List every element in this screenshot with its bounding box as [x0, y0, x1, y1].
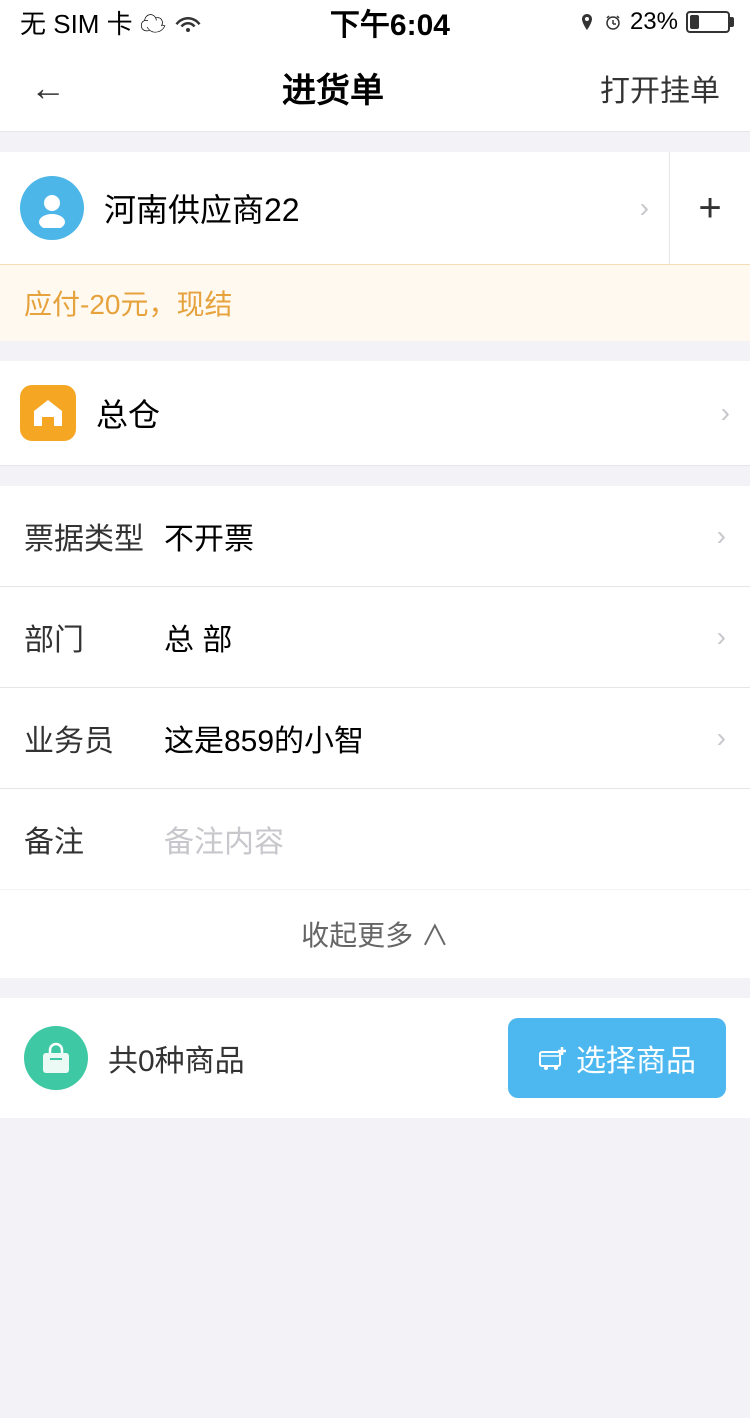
- remark-input[interactable]: 备注内容: [164, 817, 726, 861]
- notice-text: 应付-20元，现结: [24, 289, 232, 320]
- section-gap-1: [0, 341, 750, 361]
- collapse-button[interactable]: 收起更多 ∧: [0, 890, 750, 978]
- add-button[interactable]: +: [670, 152, 750, 264]
- warehouse-icon: [20, 385, 76, 441]
- content-area: 河南供应商22 › + 应付-20元，现结 总仓 › 票据类型 不开票 › 部门…: [0, 152, 750, 1418]
- form-section: 票据类型 不开票 › 部门 总 部 › 业务员 这是859的小智 › 备注 备注…: [0, 486, 750, 889]
- person-icon: [32, 188, 72, 228]
- cart-add-icon: [538, 1044, 566, 1072]
- notice-banner: 应付-20元，现结: [0, 264, 750, 341]
- dept-chevron-icon: ›: [717, 621, 726, 653]
- supplier-avatar: [20, 176, 84, 240]
- supplier-name: 河南供应商22: [104, 185, 630, 231]
- back-button[interactable]: ←: [30, 67, 66, 109]
- shopping-bag-icon: [37, 1039, 75, 1077]
- sim-label: 无 SIM 卡 ☁: [20, 4, 166, 41]
- collapse-label: 收起更多 ∧: [301, 914, 449, 954]
- select-product-label: 选择商品: [576, 1036, 696, 1080]
- supplier-section: 河南供应商22 › +: [0, 152, 750, 264]
- warehouse-name: 总仓: [96, 390, 711, 436]
- page-title: 进货单: [282, 63, 384, 112]
- status-time: 下午6:04: [330, 0, 450, 44]
- supplier-selector[interactable]: 河南供应商22 ›: [0, 152, 670, 264]
- home-icon: [31, 396, 65, 430]
- warehouse-chevron-icon: ›: [721, 397, 730, 429]
- status-right: 23%: [578, 8, 730, 36]
- staff-value: 这是859的小智: [164, 716, 707, 760]
- open-pending-button[interactable]: 打开挂单: [600, 66, 720, 110]
- remark-label: 备注: [24, 817, 144, 861]
- invoice-label: 票据类型: [24, 514, 144, 558]
- product-icon: [24, 1026, 88, 1090]
- page-background: [0, 1118, 750, 1418]
- location-icon: [578, 13, 596, 31]
- invoice-row[interactable]: 票据类型 不开票 ›: [0, 486, 750, 587]
- warehouse-row[interactable]: 总仓 ›: [0, 361, 750, 466]
- alarm-icon: [604, 13, 622, 31]
- wifi-icon: [174, 12, 202, 32]
- bottom-bar: 共0种商品 选择商品: [0, 998, 750, 1118]
- dept-row[interactable]: 部门 总 部 ›: [0, 587, 750, 688]
- nav-bar: ← 进货单 打开挂单: [0, 44, 750, 132]
- staff-row[interactable]: 业务员 这是859的小智 ›: [0, 688, 750, 789]
- invoice-chevron-icon: ›: [717, 520, 726, 552]
- staff-chevron-icon: ›: [717, 722, 726, 754]
- battery-percent: 23%: [630, 8, 678, 36]
- staff-label: 业务员: [24, 716, 144, 760]
- product-count: 共0种商品: [108, 1036, 488, 1080]
- remark-row[interactable]: 备注 备注内容: [0, 789, 750, 889]
- battery-icon: [686, 11, 730, 33]
- invoice-value: 不开票: [164, 514, 707, 558]
- supplier-chevron-icon: ›: [640, 192, 649, 224]
- status-left: 无 SIM 卡 ☁: [20, 4, 202, 41]
- select-product-button[interactable]: 选择商品: [508, 1018, 726, 1098]
- dept-value: 总 部: [164, 615, 707, 659]
- status-bar: 无 SIM 卡 ☁ 下午6:04 23%: [0, 0, 750, 44]
- dept-label: 部门: [24, 615, 144, 659]
